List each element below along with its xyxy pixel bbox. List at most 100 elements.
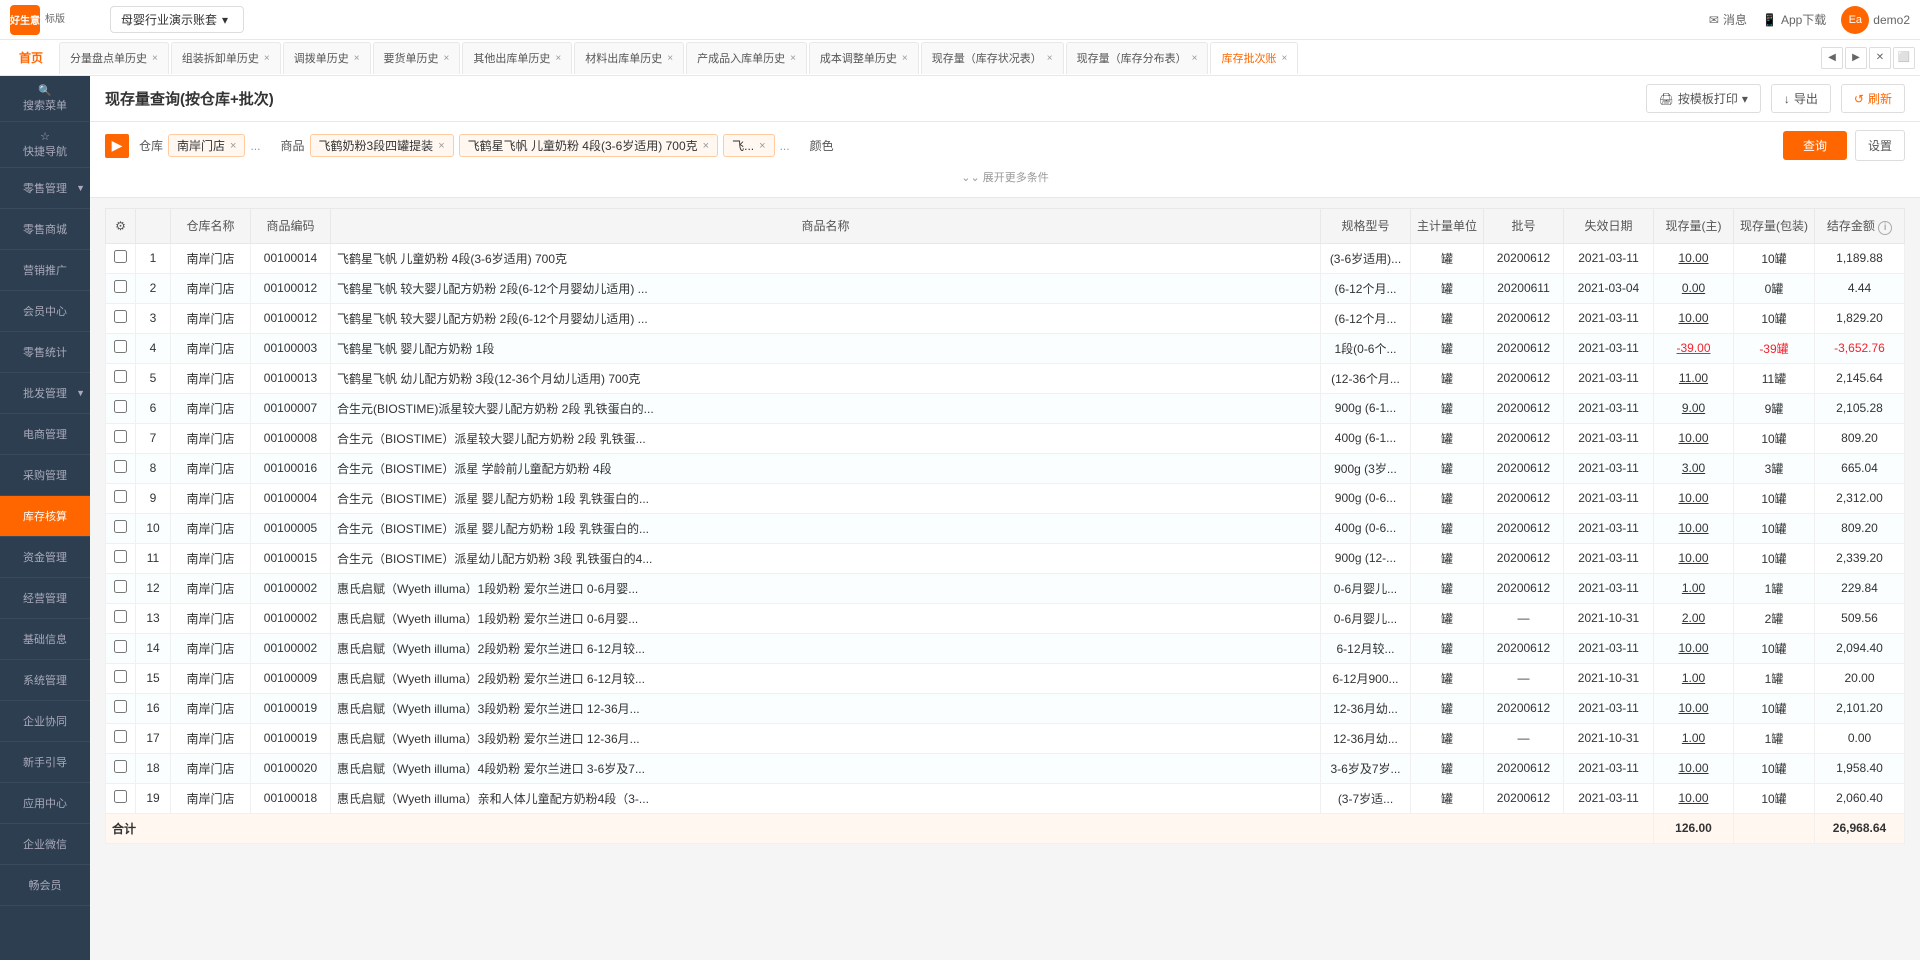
- row-qty-main[interactable]: 11.00: [1654, 363, 1734, 393]
- tab-product-in-close[interactable]: ×: [790, 53, 796, 64]
- tab-requisition[interactable]: 要货单历史 ×: [373, 42, 461, 74]
- tab-batch-account[interactable]: 库存批次账 ×: [1210, 42, 1298, 74]
- row-checkbox[interactable]: [106, 363, 136, 393]
- row-checkbox[interactable]: [106, 543, 136, 573]
- tab-inventory-status-close[interactable]: ×: [1047, 53, 1053, 64]
- sidebar-item-retail-stats[interactable]: 零售统计: [0, 332, 90, 373]
- row-qty-main[interactable]: 10.00: [1654, 303, 1734, 333]
- expand-btn[interactable]: ⌄⌄ 展开更多条件: [957, 165, 1052, 189]
- col-check[interactable]: ⚙: [106, 209, 136, 244]
- sidebar-item-member-plan[interactable]: 畅会员: [0, 865, 90, 906]
- tab-product-in[interactable]: 产成品入库单历史 ×: [686, 42, 807, 74]
- sidebar-item-retail-mgmt[interactable]: 零售管理 ▼: [0, 168, 90, 209]
- sidebar-item-purchase[interactable]: 采购管理: [0, 455, 90, 496]
- row-qty-main[interactable]: 1.00: [1654, 573, 1734, 603]
- row-qty-main[interactable]: 10.00: [1654, 423, 1734, 453]
- row-qty-main[interactable]: 9.00: [1654, 393, 1734, 423]
- row-checkbox[interactable]: [106, 513, 136, 543]
- tab-disassemble-close[interactable]: ×: [264, 53, 270, 64]
- sidebar-item-operations[interactable]: 经营管理: [0, 578, 90, 619]
- row-checkbox[interactable]: [106, 243, 136, 273]
- tab-other-out-close[interactable]: ×: [555, 53, 561, 64]
- checkbox-input[interactable]: [114, 340, 127, 353]
- row-qty-main[interactable]: 10.00: [1654, 513, 1734, 543]
- message-btn[interactable]: ✉ 消息: [1709, 11, 1747, 28]
- sidebar-item-inventory[interactable]: 库存核算: [0, 496, 90, 537]
- row-checkbox[interactable]: [106, 723, 136, 753]
- checkbox-input[interactable]: [114, 430, 127, 443]
- tab-disassemble[interactable]: 组装拆卸单历史 ×: [171, 42, 281, 74]
- row-checkbox[interactable]: [106, 693, 136, 723]
- sidebar-item-enterprise[interactable]: 企业协同: [0, 701, 90, 742]
- sidebar-item-member[interactable]: 会员中心: [0, 291, 90, 332]
- tab-split[interactable]: 分量盘点单历史 ×: [59, 42, 169, 74]
- refresh-btn[interactable]: ↺ 刷新: [1841, 84, 1905, 113]
- tab-transfer[interactable]: 调拨单历史 ×: [283, 42, 371, 74]
- goods-tag-2[interactable]: 飞鹤星飞帆 儿童奶粉 4段(3-6岁适用) 700克 ×: [459, 134, 718, 157]
- tab-close-all-btn[interactable]: ✕: [1869, 47, 1891, 69]
- row-checkbox[interactable]: [106, 633, 136, 663]
- app-download-btn[interactable]: 📱 App下载: [1762, 11, 1826, 28]
- checkbox-input[interactable]: [114, 760, 127, 773]
- sidebar-item-system[interactable]: 系统管理: [0, 660, 90, 701]
- row-qty-main[interactable]: 1.00: [1654, 663, 1734, 693]
- row-qty-main[interactable]: 10.00: [1654, 243, 1734, 273]
- tab-material-out[interactable]: 材料出库单历史 ×: [574, 42, 684, 74]
- row-qty-main[interactable]: -39.00: [1654, 333, 1734, 363]
- row-checkbox[interactable]: [106, 273, 136, 303]
- row-checkbox[interactable]: [106, 453, 136, 483]
- row-qty-main[interactable]: 0.00: [1654, 273, 1734, 303]
- sidebar-item-basic-info[interactable]: 基础信息: [0, 619, 90, 660]
- row-qty-main[interactable]: 1.00: [1654, 723, 1734, 753]
- user-avatar[interactable]: Ea demo2: [1841, 6, 1910, 34]
- tab-cost-adjust-close[interactable]: ×: [902, 53, 908, 64]
- checkbox-input[interactable]: [114, 790, 127, 803]
- row-checkbox[interactable]: [106, 483, 136, 513]
- tab-next-btn[interactable]: ▶: [1845, 47, 1867, 69]
- checkbox-input[interactable]: [114, 310, 127, 323]
- settings-btn[interactable]: 设置: [1855, 130, 1905, 161]
- row-qty-main[interactable]: 10.00: [1654, 783, 1734, 813]
- row-checkbox[interactable]: [106, 303, 136, 333]
- goods-tag-3-close[interactable]: ×: [759, 140, 765, 152]
- goods-tag-2-close[interactable]: ×: [703, 140, 709, 152]
- tab-requisition-close[interactable]: ×: [444, 53, 450, 64]
- row-checkbox[interactable]: [106, 783, 136, 813]
- warehouse-tag-close[interactable]: ×: [230, 140, 236, 152]
- warehouse-tag-1[interactable]: 南岸门店 ×: [168, 134, 245, 157]
- sidebar-nav[interactable]: ☆ 快捷导航: [0, 122, 90, 168]
- sidebar-item-new-guide[interactable]: 新手引导: [0, 742, 90, 783]
- tab-prev-btn[interactable]: ◀: [1821, 47, 1843, 69]
- row-qty-main[interactable]: 10.00: [1654, 543, 1734, 573]
- export-btn[interactable]: ↓ 导出: [1771, 84, 1831, 113]
- tab-transfer-close[interactable]: ×: [354, 53, 360, 64]
- sidebar-item-enterprise-wx[interactable]: 企业微信: [0, 824, 90, 865]
- row-qty-main[interactable]: 10.00: [1654, 483, 1734, 513]
- goods-tag-1[interactable]: 飞鹤奶粉3段四罐提装 ×: [310, 134, 454, 157]
- query-btn[interactable]: 查询: [1783, 131, 1847, 160]
- sidebar-item-retail-shop[interactable]: 零售商城: [0, 209, 90, 250]
- sidebar-item-app-center[interactable]: 应用中心: [0, 783, 90, 824]
- checkbox-input[interactable]: [114, 730, 127, 743]
- tab-home[interactable]: 首页: [5, 43, 57, 72]
- row-qty-main[interactable]: 2.00: [1654, 603, 1734, 633]
- warehouse-ellipsis[interactable]: ...: [250, 139, 260, 153]
- tab-inventory-status[interactable]: 现存量（库存状况表） ×: [921, 42, 1064, 74]
- checkbox-input[interactable]: [114, 370, 127, 383]
- tab-material-out-close[interactable]: ×: [667, 53, 673, 64]
- tab-batch-account-close[interactable]: ×: [1281, 53, 1287, 64]
- row-qty-main[interactable]: 3.00: [1654, 453, 1734, 483]
- workspace-selector[interactable]: 母婴行业演示账套 ▾: [110, 6, 244, 33]
- tab-other-out[interactable]: 其他出库单历史 ×: [462, 42, 572, 74]
- row-checkbox[interactable]: [106, 333, 136, 363]
- checkbox-input[interactable]: [114, 490, 127, 503]
- print-btn[interactable]: 🖨 按模板打印 ▾: [1646, 84, 1761, 113]
- checkbox-input[interactable]: [114, 250, 127, 263]
- goods-tag-1-close[interactable]: ×: [438, 140, 444, 152]
- row-checkbox[interactable]: [106, 753, 136, 783]
- checkbox-input[interactable]: [114, 580, 127, 593]
- tab-split-close[interactable]: ×: [152, 53, 158, 64]
- sidebar-search[interactable]: 🔍 搜索菜单: [0, 76, 90, 122]
- goods-tag-3[interactable]: 飞... ×: [723, 134, 774, 157]
- sidebar-item-ecommerce[interactable]: 电商管理: [0, 414, 90, 455]
